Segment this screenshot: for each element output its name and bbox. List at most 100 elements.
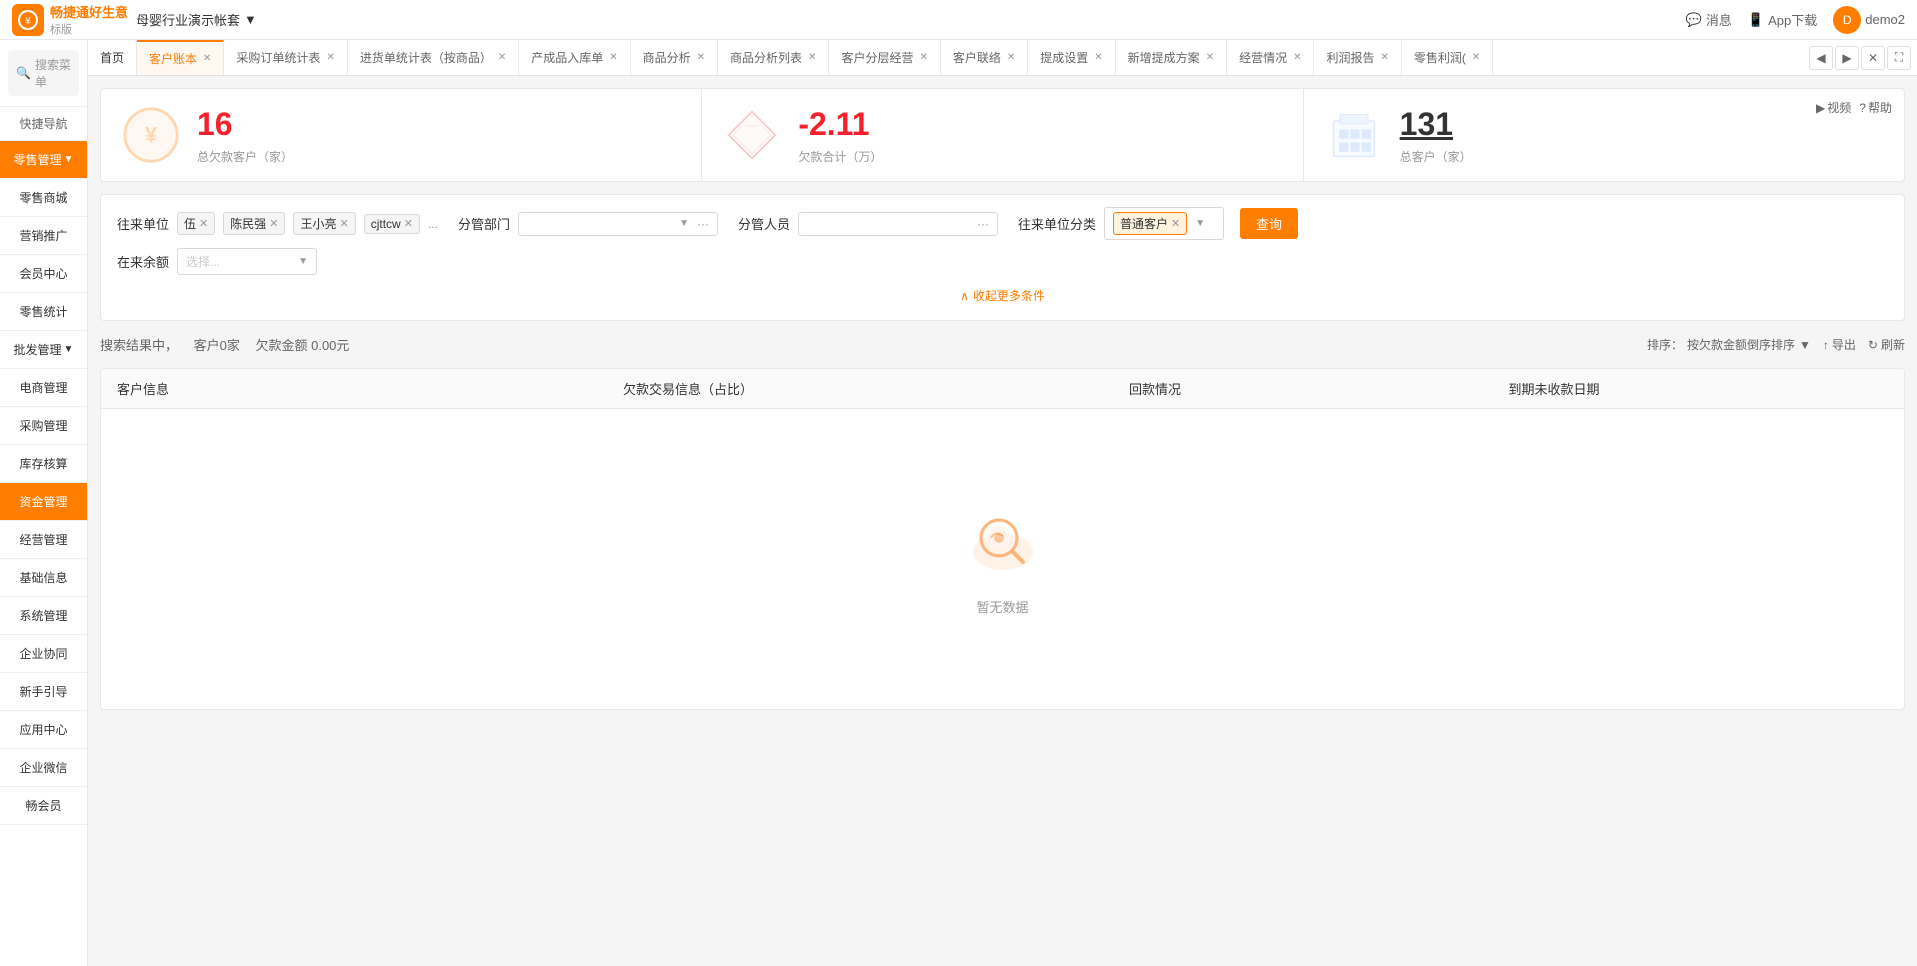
filter-balance-select[interactable]: 选择... ▼ <box>177 248 317 275</box>
filter-tag-4[interactable]: cjttcw ✕ <box>364 214 420 234</box>
tab-new-improve[interactable]: 新增提成方案 ✕ <box>1116 40 1227 76</box>
chevron-down-icon: ▼ <box>1799 338 1811 352</box>
tab-close-all[interactable]: ✕ <box>1861 46 1885 70</box>
sidebar-item-member-center[interactable]: 会员中心 <box>0 255 87 293</box>
sidebar-item-app-center[interactable]: 应用中心 <box>0 711 87 749</box>
tag-close-icon[interactable]: ✕ <box>340 217 349 230</box>
sidebar-item-inventory[interactable]: 库存核算 <box>0 445 87 483</box>
tab-customer-account[interactable]: 客户账本 ✕ <box>137 40 224 76</box>
tab-purchase-order-stats[interactable]: 采购订单统计表 ✕ <box>224 40 347 76</box>
sidebar-item-ecommerce[interactable]: 电商管理 <box>0 369 87 407</box>
tab-actions: ◀ ▶ ✕ ⛶ <box>1803 46 1917 70</box>
tab-close-icon[interactable]: ✕ <box>697 52 705 63</box>
tab-close-icon[interactable]: ✕ <box>1381 52 1389 63</box>
tab-product-analysis-list[interactable]: 商品分析列表 ✕ <box>718 40 829 76</box>
query-btn[interactable]: 查询 <box>1240 208 1298 239</box>
video-link[interactable]: ▶ 视频 <box>1816 99 1851 116</box>
tag-close-icon[interactable]: ✕ <box>269 217 278 230</box>
tab-scroll-left[interactable]: ◀ <box>1809 46 1833 70</box>
tab-close-icon[interactable]: ✕ <box>326 52 334 63</box>
tab-close-icon[interactable]: ✕ <box>1094 52 1102 63</box>
filter-category-select[interactable]: 普通客户 ✕ ▼ <box>1104 207 1224 240</box>
message-btn[interactable]: 💬 消息 <box>1686 10 1732 29</box>
table-col-expire-date: 到期未收款日期 <box>1509 379 1889 398</box>
filter-person-select[interactable]: ··· <box>798 212 998 236</box>
refresh-btn[interactable]: ↻ 刷新 <box>1868 336 1905 353</box>
sidebar-item-quick-nav[interactable]: 快捷导航 <box>0 107 87 141</box>
tab-close-icon[interactable]: ✕ <box>808 52 816 63</box>
tab-close-icon[interactable]: ✕ <box>1293 52 1301 63</box>
stat-total-customers: 131 总客户（家） ▶ 视频 ? 帮助 <box>1304 89 1904 181</box>
sidebar-item-retail-stats[interactable]: 零售统计 <box>0 293 87 331</box>
tab-profit-report[interactable]: 利润报告 ✕ <box>1314 40 1401 76</box>
top-bar-right: 💬 消息 📱 App下载 D demo2 <box>1686 6 1905 34</box>
sidebar-item-retail-mall[interactable]: 零售商城 <box>0 179 87 217</box>
collapse-btn[interactable]: ∧ 收起更多条件 <box>960 287 1045 304</box>
tab-stock-stats[interactable]: 进货单统计表（按商品） ✕ <box>348 40 519 76</box>
search-icon: 🔍 <box>16 66 31 80</box>
filter-balance-label: 在来余额 <box>117 252 169 271</box>
filter-unit-label: 往来单位 <box>117 214 169 233</box>
filter-category-tag-1[interactable]: 普通客户 ✕ <box>1113 212 1187 235</box>
tab-maximize[interactable]: ⛶ <box>1887 46 1911 70</box>
tag-close-icon[interactable]: ✕ <box>404 217 413 230</box>
app-download-btn[interactable]: 📱 App下载 <box>1748 10 1817 29</box>
sidebar-item-marketing[interactable]: 营销推广 <box>0 217 87 255</box>
stat-links: ▶ 视频 ? 帮助 <box>1816 99 1892 116</box>
sidebar-item-vip-member[interactable]: 畅会员 <box>0 787 87 825</box>
result-actions: 排序： 按欠款金额倒序排序 ▼ ↑ 导出 ↻ 刷新 <box>1647 336 1905 353</box>
export-btn[interactable]: ↑ 导出 <box>1823 336 1856 353</box>
sidebar-item-operation[interactable]: 经营管理 <box>0 521 87 559</box>
chevron-down-icon: ▼ <box>244 12 257 27</box>
tag-close-icon[interactable]: ✕ <box>1171 217 1180 230</box>
sort-select[interactable]: 排序： 按欠款金额倒序排序 ▼ <box>1647 336 1811 353</box>
tab-close-icon[interactable]: ✕ <box>203 53 211 64</box>
tag-close-icon[interactable]: ✕ <box>199 217 208 230</box>
page-content: ¥ 16 总欠款客户（家） <box>88 76 1917 966</box>
table-body: 暂无数据 <box>101 409 1904 709</box>
tab-operation-status[interactable]: 经营情况 ✕ <box>1227 40 1314 76</box>
filter-dept-label: 分管部门 <box>458 214 510 233</box>
tab-close-icon[interactable]: ✕ <box>1007 52 1015 63</box>
sidebar-item-finance[interactable]: 资金管理 <box>0 483 87 521</box>
user-menu[interactable]: D demo2 <box>1833 6 1905 34</box>
refresh-icon: ↻ <box>1868 338 1878 352</box>
tab-close-icon[interactable]: ✕ <box>609 52 617 63</box>
filter-tag-3[interactable]: 王小亮 ✕ <box>293 212 355 235</box>
filter-row-1: 往来单位 伍 ✕ 陈民强 ✕ 王小亮 ✕ cjttcw <box>117 207 1888 240</box>
tab-improve-settings[interactable]: 提成设置 ✕ <box>1028 40 1115 76</box>
filter-tag-1[interactable]: 伍 ✕ <box>177 212 215 235</box>
sidebar-item-sys-mgmt[interactable]: 系统管理 <box>0 597 87 635</box>
more-icon: ··· <box>977 217 989 231</box>
tab-close-icon[interactable]: ✕ <box>1472 52 1480 63</box>
tab-scroll-right[interactable]: ▶ <box>1835 46 1859 70</box>
stat-value-total-customers: 131 <box>1400 105 1884 143</box>
sidebar-item-new-guide[interactable]: 新手引导 <box>0 673 87 711</box>
tab-retail-profit[interactable]: 零售利润( ✕ <box>1402 40 1493 76</box>
tab-product-analysis[interactable]: 商品分析 ✕ <box>631 40 718 76</box>
sidebar-item-enterprise-wechat[interactable]: 企业微信 <box>0 749 87 787</box>
tab-home[interactable]: 首页 <box>88 40 137 76</box>
tab-close-icon[interactable]: ✕ <box>919 52 927 63</box>
search-menu-btn[interactable]: 🔍 搜索菜单 <box>8 50 79 96</box>
tab-cost-in[interactable]: 产成品入库单 ✕ <box>519 40 630 76</box>
top-bar: ¥ 畅捷通好生意 标版 母婴行业演示帐套 ▼ 💬 消息 📱 App下载 D de… <box>0 0 1917 40</box>
sidebar-item-purchase[interactable]: 采购管理 <box>0 407 87 445</box>
sidebar-item-retail-mgmt[interactable]: 零售管理 ▼ <box>0 141 87 179</box>
stat-overdue-amount: -2.11 欠款合计（万） <box>702 89 1303 181</box>
tab-customer-segment[interactable]: 客户分层经营 ✕ <box>829 40 940 76</box>
sidebar-item-batch-mgmt[interactable]: 批发管理 ▼ <box>0 331 87 369</box>
chevron-down-icon: ▼ <box>64 154 74 165</box>
filter-tag-2[interactable]: 陈民强 ✕ <box>223 212 285 235</box>
sidebar-item-enterprise-collab[interactable]: 企业协同 <box>0 635 87 673</box>
filter-dept-select[interactable]: ▼ ··· <box>518 212 718 236</box>
tab-close-icon[interactable]: ✕ <box>1206 52 1214 63</box>
tab-close-icon[interactable]: ✕ <box>498 52 506 63</box>
account-selector[interactable]: 母婴行业演示帐套 ▼ <box>136 10 257 29</box>
filter-more-btn[interactable]: ... <box>428 217 438 231</box>
chevron-down-icon: ▼ <box>679 218 689 229</box>
tab-customer-contact[interactable]: 客户联络 ✕ <box>941 40 1028 76</box>
chevron-up-icon: ∧ <box>960 289 969 303</box>
sidebar-item-basic-info[interactable]: 基础信息 <box>0 559 87 597</box>
help-link[interactable]: ? 帮助 <box>1859 99 1892 116</box>
